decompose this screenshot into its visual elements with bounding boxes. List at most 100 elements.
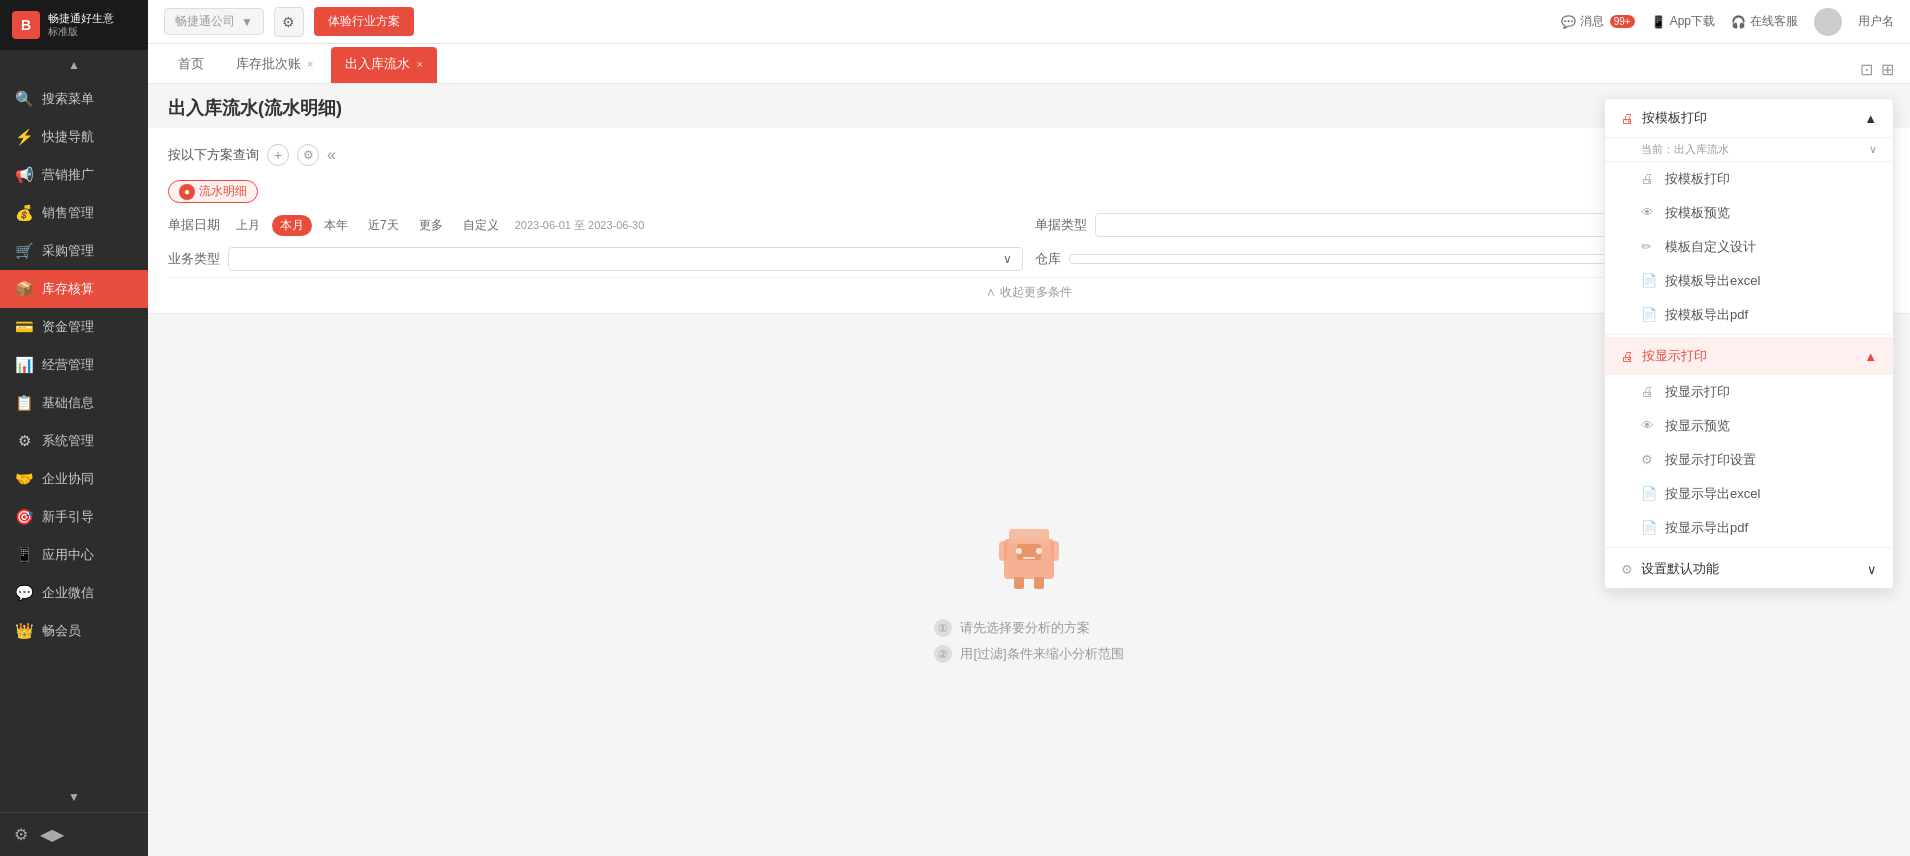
dropdown-item-preview[interactable]: 👁 按模板预览 bbox=[1605, 196, 1893, 230]
tab-home[interactable]: 首页 bbox=[164, 47, 218, 83]
company-selector[interactable]: 畅捷通公司 ▼ bbox=[164, 8, 264, 35]
date-option-custom[interactable]: 自定义 bbox=[455, 215, 507, 236]
collapse-more-button[interactable]: ∧ 收起更多条件 bbox=[986, 285, 1071, 299]
set-default-icon: ⚙ bbox=[1621, 562, 1633, 577]
display-excel-icon: 📄 bbox=[1641, 486, 1657, 502]
display-settings-icon: ⚙ bbox=[1641, 452, 1657, 468]
message-button[interactable]: 💬 消息 99+ bbox=[1561, 13, 1635, 30]
date-option-7days[interactable]: 近7天 bbox=[360, 215, 407, 236]
dropdown-display-pdf[interactable]: 📄 按显示导出pdf bbox=[1605, 511, 1893, 545]
dropdown-item-print[interactable]: 🖨 按模板打印 bbox=[1605, 162, 1893, 196]
tab-home-label: 首页 bbox=[178, 55, 204, 73]
sidebar-item-purchase[interactable]: 🛒 采购管理 bbox=[0, 232, 148, 270]
sidebar-item-enterprise[interactable]: 🤝 企业协同 bbox=[0, 460, 148, 498]
sidebar-item-guide-label: 新手引导 bbox=[42, 508, 94, 526]
dropdown-item-excel-label: 按模板导出excel bbox=[1665, 272, 1760, 290]
filter-collapse-button[interactable]: « bbox=[327, 146, 336, 164]
restore-icon[interactable]: ⊡ bbox=[1860, 60, 1873, 79]
headset-icon: 🎧 bbox=[1731, 15, 1746, 29]
logo-sub: 标准版 bbox=[48, 25, 114, 39]
sales-icon: 💰 bbox=[14, 204, 34, 222]
dropdown-item-pdf-label: 按模板导出pdf bbox=[1665, 306, 1748, 324]
sidebar-item-wechat[interactable]: 💬 企业微信 bbox=[0, 574, 148, 612]
dropdown-close-arrow[interactable]: ▲ bbox=[1864, 111, 1877, 126]
user-avatar[interactable] bbox=[1814, 8, 1842, 36]
sidebar-item-marketing[interactable]: 📢 营销推广 bbox=[0, 156, 148, 194]
sidebar-item-wechat-label: 企业微信 bbox=[42, 584, 94, 602]
sidebar-item-shortcut-label: 快捷导航 bbox=[42, 128, 94, 146]
collapse-sidebar-icon[interactable]: ◀▶ bbox=[40, 825, 64, 844]
inventory-icon: 📦 bbox=[14, 280, 34, 298]
dropdown-set-default[interactable]: ⚙ 设置默认功能 ∨ bbox=[1605, 550, 1893, 588]
dropdown-display-preview[interactable]: 👁 按显示预览 bbox=[1605, 409, 1893, 443]
apps-icon: 📱 bbox=[14, 546, 34, 564]
scroll-down-arrow[interactable]: ▼ bbox=[68, 786, 80, 808]
filter-add-button[interactable]: + bbox=[267, 144, 289, 166]
message-badge: 99+ bbox=[1610, 15, 1635, 28]
dropdown-display-excel[interactable]: 📄 按显示导出excel bbox=[1605, 477, 1893, 511]
date-option-this-year[interactable]: 本年 bbox=[316, 215, 356, 236]
sidebar-item-shortcut[interactable]: ⚡ 快捷导航 bbox=[0, 118, 148, 156]
date-option-last-month[interactable]: 上月 bbox=[228, 215, 268, 236]
dropdown-item-pdf[interactable]: 📄 按模板导出pdf bbox=[1605, 298, 1893, 332]
settings-icon: ⚙ bbox=[303, 148, 314, 162]
page-title: 出入库流水(流水明细) bbox=[168, 96, 342, 120]
online-service-button[interactable]: 🎧 在线客服 bbox=[1731, 13, 1798, 30]
dropdown-item-design-label: 模板自定义设计 bbox=[1665, 238, 1756, 256]
dropdown-display-arrow[interactable]: ▲ bbox=[1864, 349, 1877, 364]
filter-settings-button[interactable]: ⚙ bbox=[297, 144, 319, 166]
maximize-icon[interactable]: ⊞ bbox=[1881, 60, 1894, 79]
logo-text: 畅捷通好生意 bbox=[48, 11, 114, 25]
dropdown-display-section[interactable]: 🖨 按显示打印 ▲ bbox=[1605, 337, 1893, 375]
tab-batch[interactable]: 库存批次账 × bbox=[222, 47, 327, 83]
system-icon: ⚙ bbox=[14, 432, 34, 450]
sidebar-item-apps[interactable]: 📱 应用中心 bbox=[0, 536, 148, 574]
display-print-icon: 🖨 bbox=[1641, 384, 1657, 400]
sidebar-item-system-label: 系统管理 bbox=[42, 432, 94, 450]
dropdown-display-settings[interactable]: ⚙ 按显示打印设置 bbox=[1605, 443, 1893, 477]
flow-tag[interactable]: ● 流水明细 bbox=[168, 180, 258, 203]
settings-bottom-icon[interactable]: ⚙ bbox=[14, 825, 28, 844]
sidebar-item-basic[interactable]: 📋 基础信息 bbox=[0, 384, 148, 422]
empty-illustration bbox=[979, 499, 1079, 599]
date-label: 单据日期 bbox=[168, 216, 220, 234]
app-download-button[interactable]: 📱 App下载 bbox=[1651, 13, 1715, 30]
dropdown-divider-2 bbox=[1605, 547, 1893, 548]
sidebar-item-search[interactable]: 🔍 搜索菜单 bbox=[0, 80, 148, 118]
step-1-text: 请先选择要分析的方案 bbox=[960, 619, 1090, 637]
business-select[interactable]: ∨ bbox=[228, 247, 1023, 271]
header-right: 💬 消息 99+ 📱 App下载 🎧 在线客服 用户名 bbox=[1561, 8, 1894, 36]
message-label: 消息 bbox=[1580, 13, 1604, 30]
sidebar-item-guide[interactable]: 🎯 新手引导 bbox=[0, 498, 148, 536]
collapse-icon: « bbox=[327, 146, 336, 163]
sidebar-item-sales[interactable]: 💰 销售管理 bbox=[0, 194, 148, 232]
sidebar-item-inventory[interactable]: 📦 库存核算 bbox=[0, 270, 148, 308]
dropdown-header[interactable]: 🖨 按模板打印 ▲ bbox=[1605, 99, 1893, 138]
tab-batch-close[interactable]: × bbox=[307, 58, 313, 70]
date-option-more[interactable]: 更多 bbox=[411, 215, 451, 236]
tab-flow-close[interactable]: × bbox=[416, 58, 422, 70]
tab-flow[interactable]: 出入库流水 × bbox=[331, 47, 436, 83]
sidebar-item-sales-label: 销售管理 bbox=[42, 204, 94, 222]
gear-button[interactable]: ⚙ bbox=[274, 7, 304, 37]
set-default-arrow[interactable]: ∨ bbox=[1867, 562, 1877, 577]
basic-icon: 📋 bbox=[14, 394, 34, 412]
item-print-icon: 🖨 bbox=[1641, 171, 1657, 187]
dropdown-display-print[interactable]: 🖨 按显示打印 bbox=[1605, 375, 1893, 409]
dropdown-current-arrow[interactable]: ∨ bbox=[1869, 143, 1877, 156]
scroll-up-arrow[interactable]: ▲ bbox=[68, 54, 80, 76]
sidebar-item-system[interactable]: ⚙ 系统管理 bbox=[0, 422, 148, 460]
sidebar-item-member[interactable]: 👑 畅会员 bbox=[0, 612, 148, 650]
dropdown-item-design[interactable]: ✏ 模板自定义设计 bbox=[1605, 230, 1893, 264]
tab-restore: ⊡ ⊞ bbox=[1860, 60, 1894, 83]
step-1-number: ① bbox=[934, 619, 952, 637]
trial-button[interactable]: 体验行业方案 bbox=[314, 7, 414, 36]
finance-icon: 💳 bbox=[14, 318, 34, 336]
display-pdf-icon: 📄 bbox=[1641, 520, 1657, 536]
guide-icon: 🎯 bbox=[14, 508, 34, 526]
dropdown-display-excel-label: 按显示导出excel bbox=[1665, 485, 1760, 503]
dropdown-item-excel[interactable]: 📄 按模板导出excel bbox=[1605, 264, 1893, 298]
sidebar-item-finance[interactable]: 💳 资金管理 bbox=[0, 308, 148, 346]
date-option-this-month[interactable]: 本月 bbox=[272, 215, 312, 236]
sidebar-item-operations[interactable]: 📊 经营管理 bbox=[0, 346, 148, 384]
